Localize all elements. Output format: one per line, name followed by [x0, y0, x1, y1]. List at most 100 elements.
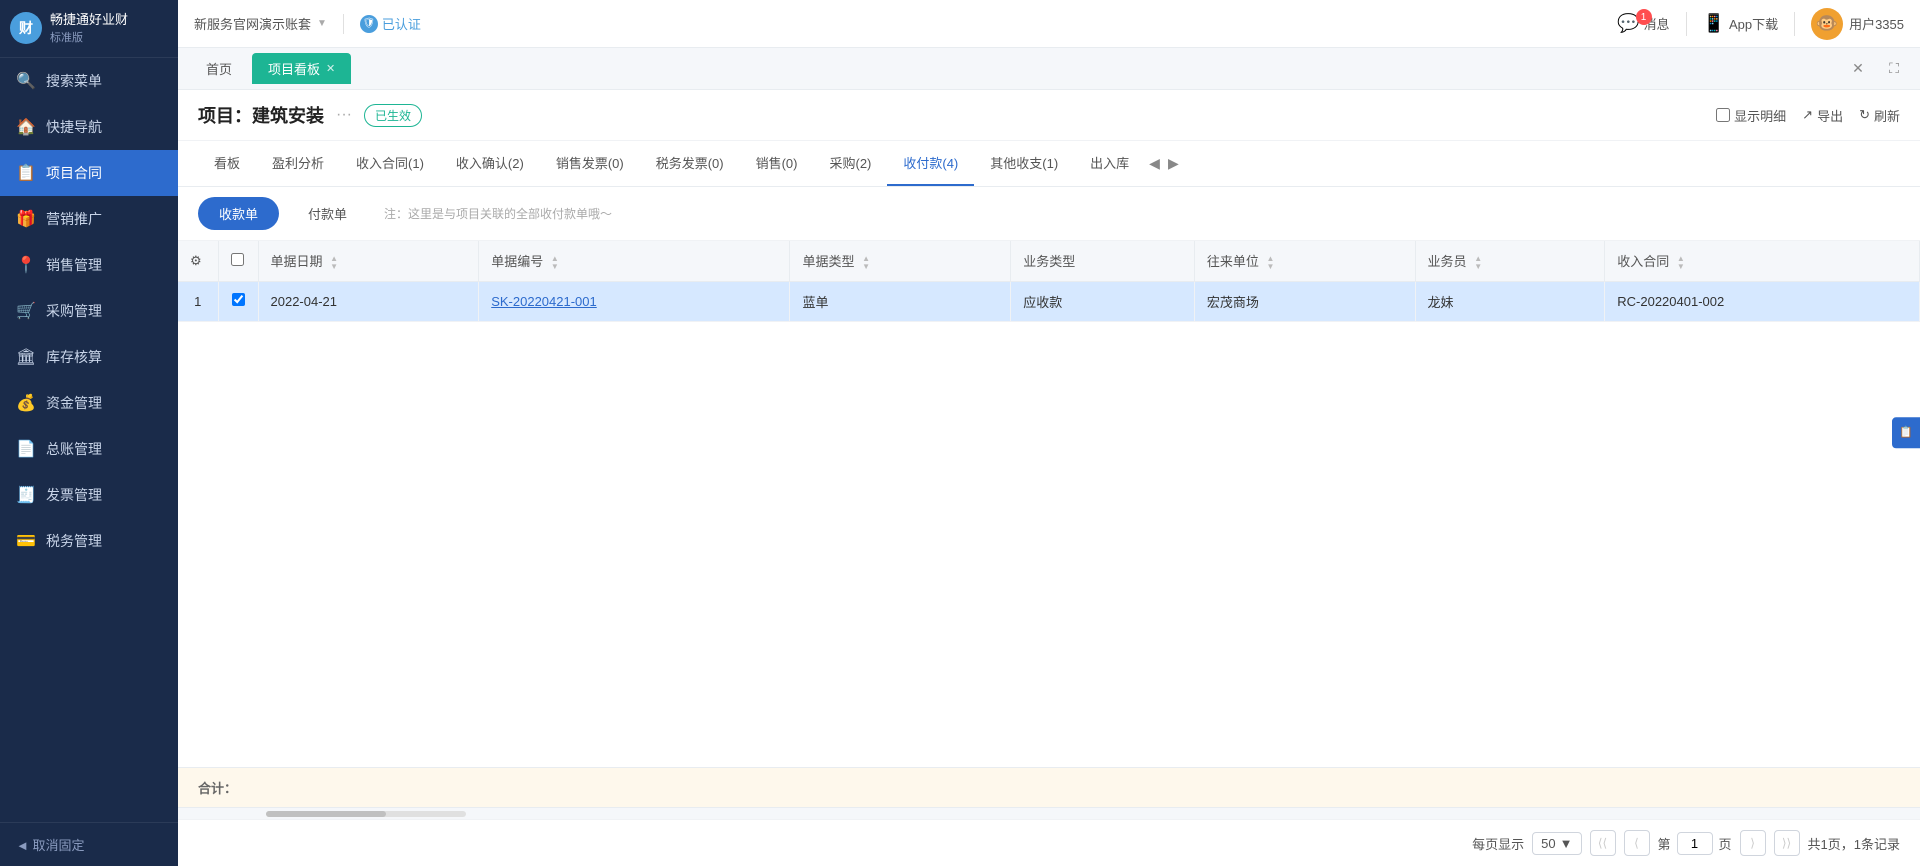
sidebar-item-tax[interactable]: 💳 税务管理	[0, 518, 178, 564]
account-selector[interactable]: 新服务官网演示账套 ▼	[194, 14, 327, 33]
data-table: ⚙ 单据日期 ▲▼ 单据编号 ▲▼	[178, 241, 1920, 322]
notification-badge: 1	[1636, 9, 1652, 25]
tab-tax-invoice[interactable]: 税务发票(0)	[640, 141, 740, 186]
tab-home[interactable]: 首页	[190, 53, 248, 84]
cell-income-contract: RC-20220401-002	[1605, 281, 1920, 321]
cell-number[interactable]: SK-20220421-001	[479, 281, 790, 321]
sidebar-item-quick-nav[interactable]: 🏠 快捷导航	[0, 104, 178, 150]
col-date[interactable]: 单据日期 ▲▼	[258, 241, 479, 281]
per-page-select[interactable]: 50 ▼	[1532, 832, 1581, 855]
tabbar: 首页 项目看板 ✕ ✕ ⛶	[178, 48, 1920, 90]
tab-receipts-payments[interactable]: 收付款(4)	[887, 141, 974, 186]
topbar: 新服务官网演示账套 ▼ 🛡 已认证 💬 消息 1 📱 App下载 🐵 用户335…	[178, 0, 1920, 48]
table-row[interactable]: 1 2022-04-21 SK-20220421-001 蓝单 应收款 宏茂商场…	[178, 281, 1920, 321]
show-detail-checkbox[interactable]	[1716, 108, 1730, 122]
unpin-button[interactable]: ◄ 取消固定	[0, 822, 178, 866]
purchase-icon: 🛒	[16, 301, 36, 321]
last-page-icon: ⟩⟩	[1782, 836, 1791, 850]
avatar: 🐵	[1811, 8, 1843, 40]
nav-right-arrow[interactable]: ▶	[1164, 147, 1183, 180]
sidebar-item-invoice[interactable]: 🧾 发票管理	[0, 472, 178, 518]
refresh-icon: ↻	[1859, 107, 1870, 123]
row-checkbox[interactable]	[232, 293, 245, 306]
show-detail-toggle[interactable]: 显示明细	[1716, 106, 1786, 125]
page-current: 第 页	[1658, 832, 1732, 855]
col-salesperson[interactable]: 业务员 ▲▼	[1415, 241, 1605, 281]
sidebar: 财 畅捷通好业财 标准版 🔍 搜索菜单 🏠 快捷导航 📋 项目合同 🎁 营销推广…	[0, 0, 178, 866]
col-number[interactable]: 单据编号 ▲▼	[479, 241, 790, 281]
gift-icon: 🎁	[16, 209, 36, 229]
more-options-icon[interactable]: ···	[336, 106, 352, 124]
sidebar-item-sales[interactable]: 📍 销售管理	[0, 242, 178, 288]
app-download-button[interactable]: 📱 App下载	[1703, 13, 1779, 34]
messages-button[interactable]: 💬 消息 1	[1617, 13, 1669, 34]
refresh-button[interactable]: ↻ 刷新	[1859, 106, 1900, 125]
contract-icon: 📋	[16, 163, 36, 183]
first-page-button[interactable]: ⟨⟨	[1590, 830, 1616, 856]
topbar-divider	[343, 14, 344, 34]
tab-kanban[interactable]: 看板	[198, 141, 256, 186]
next-page-button[interactable]: ⟩	[1740, 830, 1766, 856]
sort-icon: ▲▼	[1474, 255, 1482, 271]
horizontal-scrollbar[interactable]	[178, 807, 1920, 819]
tab-warehousing[interactable]: 出入库	[1074, 141, 1145, 186]
sidebar-item-project-contract[interactable]: 📋 项目合同	[0, 150, 178, 196]
search-icon: 🔍	[16, 71, 36, 91]
sidebar-item-search[interactable]: 🔍 搜索菜单	[0, 58, 178, 104]
scrollbar-thumb[interactable]	[266, 811, 386, 817]
shield-icon: 🛡	[360, 15, 378, 33]
sidebar-item-inventory[interactable]: 🏛 库存核算	[0, 334, 178, 380]
nav-tabs: 看板 盈利分析 收入合同(1) 收入确认(2) 销售发票(0) 税务发票(0) …	[178, 141, 1920, 187]
sort-icon: ▲▼	[1266, 255, 1274, 271]
tab-income-confirm[interactable]: 收入确认(2)	[440, 141, 540, 186]
sidebar-nav: 🔍 搜索菜单 🏠 快捷导航 📋 项目合同 🎁 营销推广 📍 销售管理 🛒 采购管…	[0, 58, 178, 822]
expand-window-button[interactable]: ⛶	[1880, 55, 1908, 83]
nav-left-arrow[interactable]: ◀	[1145, 147, 1164, 180]
prev-page-button[interactable]: ⟨	[1624, 830, 1650, 856]
tab-income-contract[interactable]: 收入合同(1)	[340, 141, 440, 186]
float-action-button[interactable]: 📋	[1892, 417, 1920, 448]
topbar-right: 💬 消息 1 📱 App下载 🐵 用户3355	[1617, 8, 1904, 40]
finance-icon: 💰	[16, 393, 36, 413]
col-income-contract[interactable]: 收入合同 ▲▼	[1605, 241, 1920, 281]
sub-tab-payment[interactable]: 付款单	[287, 197, 368, 230]
col-checkbox[interactable]	[218, 241, 258, 281]
sidebar-item-finance[interactable]: 💰 资金管理	[0, 380, 178, 426]
total-label: 合计：	[198, 778, 237, 797]
float-icon: 📋	[1899, 426, 1913, 438]
close-window-button[interactable]: ✕	[1844, 55, 1872, 83]
sidebar-item-purchase[interactable]: 🛒 采购管理	[0, 288, 178, 334]
project-header-actions: 显示明细 ↗ 导出 ↻ 刷新	[1716, 106, 1900, 125]
user-button[interactable]: 🐵 用户3355	[1811, 8, 1904, 40]
tab-close-icon[interactable]: ✕	[326, 62, 335, 75]
select-all-checkbox[interactable]	[231, 253, 244, 266]
cell-checkbox[interactable]	[218, 281, 258, 321]
sidebar-item-ledger[interactable]: 📄 总账管理	[0, 426, 178, 472]
tab-sales-invoice[interactable]: 销售发票(0)	[540, 141, 640, 186]
app-logo: 财 畅捷通好业财 标准版	[0, 0, 178, 58]
next-icon: ⟩	[1750, 836, 1755, 850]
last-page-button[interactable]: ⟩⟩	[1774, 830, 1800, 856]
sort-icon: ▲▼	[330, 255, 338, 271]
export-button[interactable]: ↗ 导出	[1802, 106, 1843, 125]
sort-icon: ▲▼	[1677, 255, 1685, 271]
page-input[interactable]	[1677, 832, 1713, 855]
sidebar-item-marketing[interactable]: 🎁 营销推广	[0, 196, 178, 242]
inventory-icon: 🏛	[16, 347, 36, 367]
tab-profit-analysis[interactable]: 盈利分析	[256, 141, 340, 186]
col-partner[interactable]: 往来单位 ▲▼	[1194, 241, 1415, 281]
cell-date: 2022-04-21	[258, 281, 479, 321]
content-area: 项目：建筑安装 ··· 已生效 显示明细 ↗ 导出 ↻ 刷新	[178, 90, 1920, 866]
col-type[interactable]: 单据类型 ▲▼	[790, 241, 1011, 281]
tab-purchase[interactable]: 采购(2)	[813, 141, 887, 186]
phone-icon: 📱	[1703, 13, 1725, 34]
cell-partner: 宏茂商场	[1194, 281, 1415, 321]
chevron-down-icon: ▼	[1560, 836, 1573, 851]
sub-tab-receipt[interactable]: 收款单	[198, 197, 279, 230]
sort-icon: ▲▼	[862, 255, 870, 271]
tab-other-income-expense[interactable]: 其他收支(1)	[974, 141, 1074, 186]
tab-sales[interactable]: 销售(0)	[740, 141, 814, 186]
tab-project-board[interactable]: 项目看板 ✕	[252, 53, 351, 84]
col-settings[interactable]: ⚙	[178, 241, 218, 281]
logo-icon: 财	[10, 12, 42, 44]
